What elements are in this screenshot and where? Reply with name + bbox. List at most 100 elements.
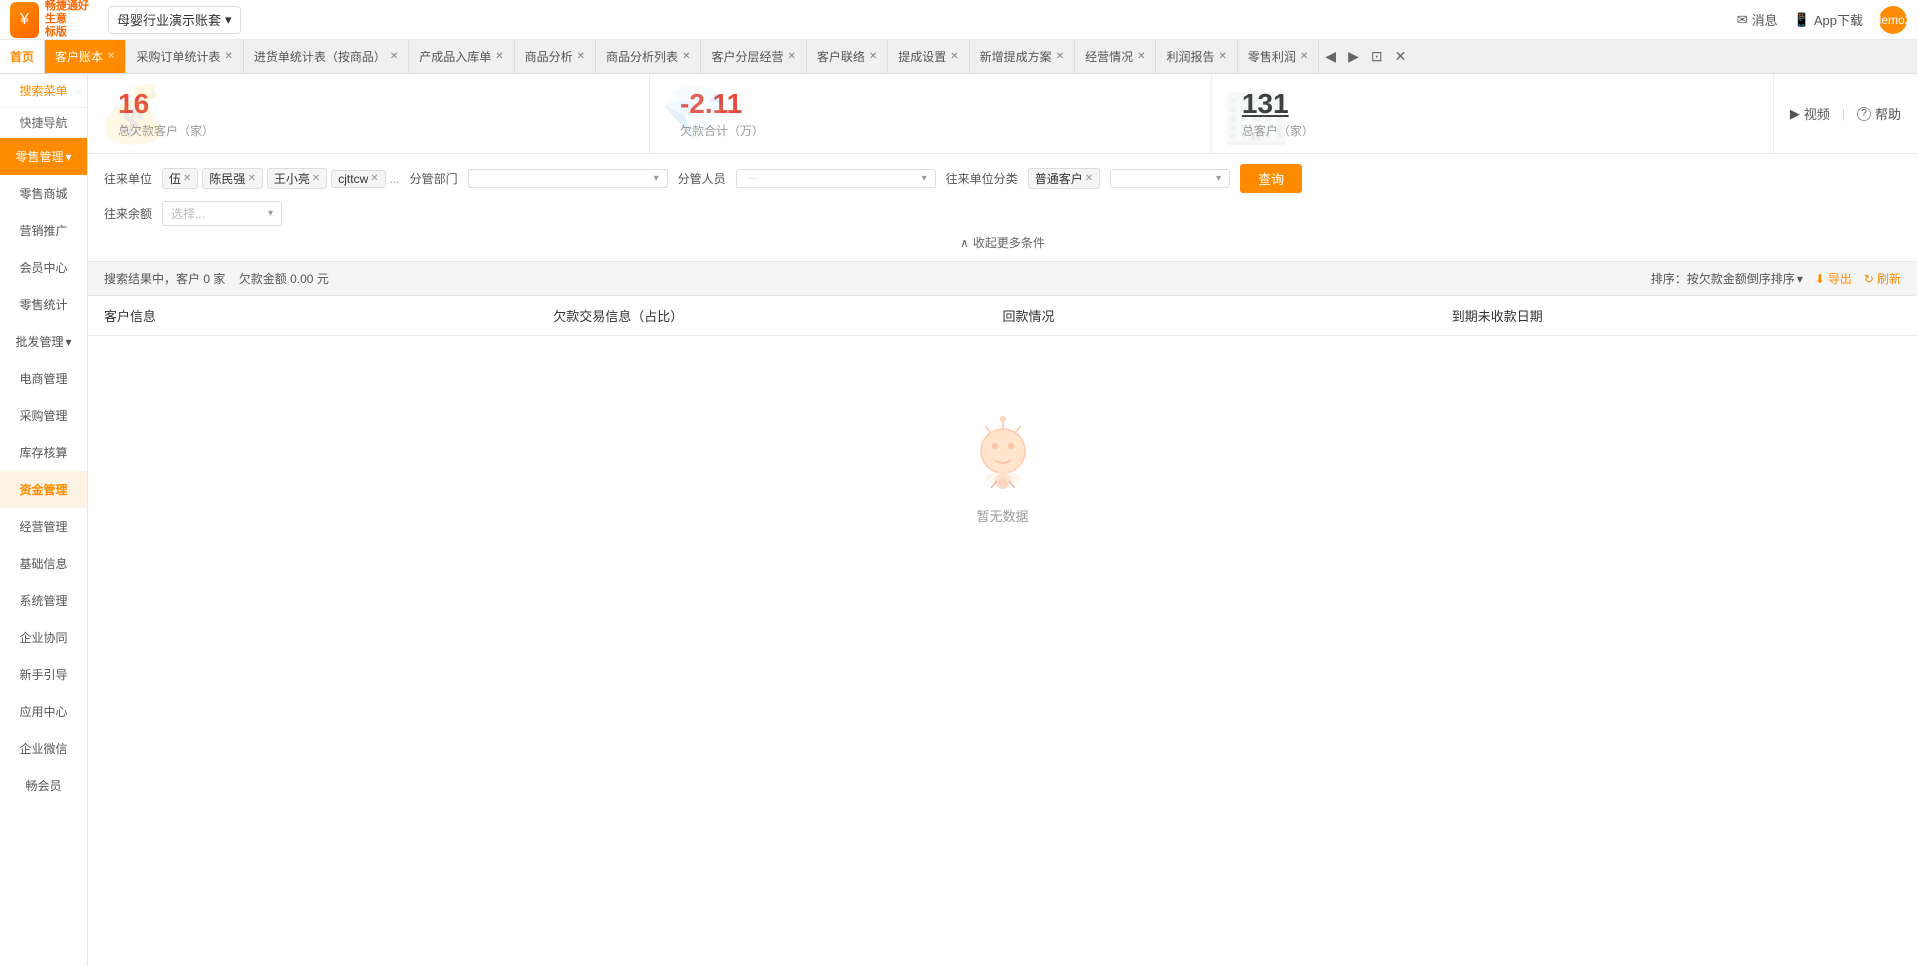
close-icon[interactable]: ✕	[577, 51, 585, 62]
tab-close-all[interactable]: ✕	[1389, 48, 1413, 65]
refresh-icon: ↻	[1864, 272, 1874, 286]
export-button[interactable]: ⬇ 导出	[1815, 270, 1852, 287]
help-button[interactable]: ? 帮助	[1857, 104, 1901, 123]
tab-goods-analysis-list[interactable]: 商品分析列表 ✕	[596, 40, 701, 73]
close-icon[interactable]: ✕	[1219, 51, 1227, 62]
sidebar-item-retail-stats[interactable]: 零售统计	[0, 286, 87, 323]
tab-maximize[interactable]: ⊡	[1365, 48, 1389, 65]
sidebar-item-base-info[interactable]: 基础信息	[0, 545, 87, 582]
more-options-icon[interactable]: ···	[749, 173, 759, 184]
unit-tag-chen[interactable]: 陈民强 ✕	[202, 168, 262, 189]
unit-more-btn[interactable]: ...	[390, 172, 400, 186]
tab-retail-profit[interactable]: 零售利润 ✕	[1238, 40, 1319, 73]
filter-row-1: 往来单位 伍 ✕ 陈民强 ✕ 王小亮 ✕	[104, 164, 1901, 193]
close-icon[interactable]: ✕	[682, 51, 690, 62]
tab-scroll-left[interactable]: ◀	[1319, 48, 1342, 65]
stat-total-customers: 🏢 131 总客户（家）	[1212, 74, 1774, 153]
dept-selector[interactable]: ▾	[468, 169, 668, 188]
tag-close-icon[interactable]: ✕	[247, 173, 255, 184]
close-icon[interactable]: ✕	[950, 51, 958, 62]
tab-purchase-order-stat[interactable]: 采购订单统计表 ✕	[126, 40, 243, 73]
video-button[interactable]: ▶ 视频	[1790, 104, 1830, 123]
refresh-button[interactable]: ↻ 刷新	[1864, 270, 1901, 287]
sidebar-item-member[interactable]: 畅会员	[0, 767, 87, 804]
unit-class-tag-normal[interactable]: 普通客户 ✕	[1028, 168, 1100, 189]
unit-tag-wang[interactable]: 王小亮 ✕	[267, 168, 327, 189]
tab-profit-report[interactable]: 利润报告 ✕	[1156, 40, 1237, 73]
stat-value-customers: 16	[118, 88, 619, 120]
collapse-button[interactable]: ∧ 收起更多条件	[960, 234, 1045, 251]
stat-label-total: 总客户（家）	[1242, 122, 1743, 139]
stat-label-amount: 欠款合计（万）	[680, 122, 1181, 139]
unit-tag-group: 伍 ✕ 陈民强 ✕ 王小亮 ✕ cjttcw ✕	[162, 168, 400, 189]
sidebar-item-purchase[interactable]: 采购管理	[0, 397, 87, 434]
tab-operation-status[interactable]: 经营情况 ✕	[1075, 40, 1156, 73]
unit-tag-wu[interactable]: 伍 ✕	[162, 168, 198, 189]
sidebar-item-marketing[interactable]: 营销推广	[0, 212, 87, 249]
workspace-selector[interactable]: 母婴行业演示账套 ▾	[108, 6, 241, 34]
sidebar-item-system-mgmt[interactable]: 系统管理	[0, 582, 87, 619]
close-icon[interactable]: ✕	[224, 51, 232, 62]
tag-close-icon[interactable]: ✕	[312, 173, 320, 184]
close-icon[interactable]: ✕	[869, 51, 877, 62]
sidebar-search[interactable]: 搜索菜单	[0, 74, 87, 108]
tab-home[interactable]: 首页	[0, 40, 45, 73]
logo-text: 畅捷通好生意 标版	[45, 0, 98, 39]
sidebar-item-enterprise-wechat[interactable]: 企业微信	[0, 730, 87, 767]
chevron-down-icon: ▾	[65, 335, 71, 349]
tag-close-icon[interactable]: ✕	[1085, 173, 1093, 184]
tab-goods-analysis[interactable]: 商品分析 ✕	[515, 40, 596, 73]
tag-close-icon[interactable]: ✕	[183, 173, 191, 184]
sidebar-item-enterprise-agreement[interactable]: 企业协同	[0, 619, 87, 656]
table-header: 客户信息 欠款交易信息（占比） 回款情况 到期未收款日期	[88, 296, 1917, 336]
tab-customer-contact[interactable]: 客户联络 ✕	[807, 40, 888, 73]
avatar[interactable]: demo2	[1879, 6, 1907, 34]
sort-selector[interactable]: 排序：按欠款金额倒序排序 ▾	[1651, 270, 1803, 287]
message-button[interactable]: ✉ 消息	[1737, 10, 1778, 29]
sidebar-quick-nav[interactable]: 快捷导航	[0, 108, 87, 138]
tab-scroll-right[interactable]: ▶	[1342, 48, 1365, 65]
tab-new-improve[interactable]: 新增提成方案 ✕	[970, 40, 1075, 73]
filter-area: 往来单位 伍 ✕ 陈民强 ✕ 王小亮 ✕	[88, 154, 1917, 262]
empty-state: 暂无数据	[88, 336, 1917, 605]
person-selector[interactable]: ··· ▾	[736, 169, 936, 188]
unit-filter-label: 往来单位	[104, 170, 152, 187]
unit-class-selector[interactable]: ▾	[1110, 169, 1230, 188]
close-icon[interactable]: ✕	[107, 51, 115, 62]
sidebar-item-wholesale-mgmt[interactable]: 批发管理 ▾	[0, 323, 87, 360]
sidebar-item-ecommerce[interactable]: 电商管理	[0, 360, 87, 397]
search-button[interactable]: 查询	[1240, 164, 1302, 193]
col-overdue-info: 欠款交易信息（占比）	[553, 306, 1002, 325]
unit-tag-cjttcw[interactable]: cjttcw ✕	[331, 170, 385, 188]
col-payment: 回款情况	[1003, 306, 1452, 325]
logo-area: ¥ 畅捷通好生意 标版	[10, 0, 98, 39]
stat-value-amount: -2.11	[680, 88, 1181, 120]
tag-close-icon[interactable]: ✕	[370, 173, 378, 184]
sidebar-item-new-guide[interactable]: 新手引导	[0, 656, 87, 693]
tab-customer-account[interactable]: 客户账本 ✕	[45, 40, 126, 73]
col-due-date: 到期未收款日期	[1452, 306, 1901, 325]
tab-instock-stat[interactable]: 进货单统计表（按商品） ✕	[244, 40, 409, 73]
sidebar-item-operation[interactable]: 经营管理	[0, 508, 87, 545]
results-bar: 搜索结果中，客户 0 家 欠款金额 0.00 元 排序：按欠款金额倒序排序 ▾ …	[88, 262, 1917, 296]
app-download-button[interactable]: 📱 App下载	[1794, 10, 1863, 29]
sidebar-item-retail-mall[interactable]: 零售商城	[0, 175, 87, 212]
dept-filter-label: 分管部门	[410, 170, 458, 187]
balance-selector[interactable]: 选择... ▾	[162, 201, 282, 226]
tab-improve-settings[interactable]: 提成设置 ✕	[888, 40, 969, 73]
sidebar-item-member-center[interactable]: 会员中心	[0, 249, 87, 286]
sidebar-item-inventory[interactable]: 库存核算	[0, 434, 87, 471]
tab-customer-segment[interactable]: 客户分层经营 ✕	[701, 40, 806, 73]
close-icon[interactable]: ✕	[787, 51, 795, 62]
close-icon[interactable]: ✕	[495, 51, 503, 62]
tab-product-instock[interactable]: 产成品入库单 ✕	[409, 40, 514, 73]
close-icon[interactable]: ✕	[390, 51, 398, 62]
close-icon[interactable]: ✕	[1056, 51, 1064, 62]
mobile-icon: 📱	[1794, 12, 1810, 28]
sidebar-item-finance[interactable]: 资金管理	[0, 471, 87, 508]
sidebar-item-app-center[interactable]: 应用中心	[0, 693, 87, 730]
close-icon[interactable]: ✕	[1300, 51, 1308, 62]
results-bar-right: 排序：按欠款金额倒序排序 ▾ ⬇ 导出 ↻ 刷新	[1651, 270, 1901, 287]
sidebar-item-retail-mgmt[interactable]: 零售管理 ▾	[0, 138, 87, 175]
close-icon[interactable]: ✕	[1137, 51, 1145, 62]
